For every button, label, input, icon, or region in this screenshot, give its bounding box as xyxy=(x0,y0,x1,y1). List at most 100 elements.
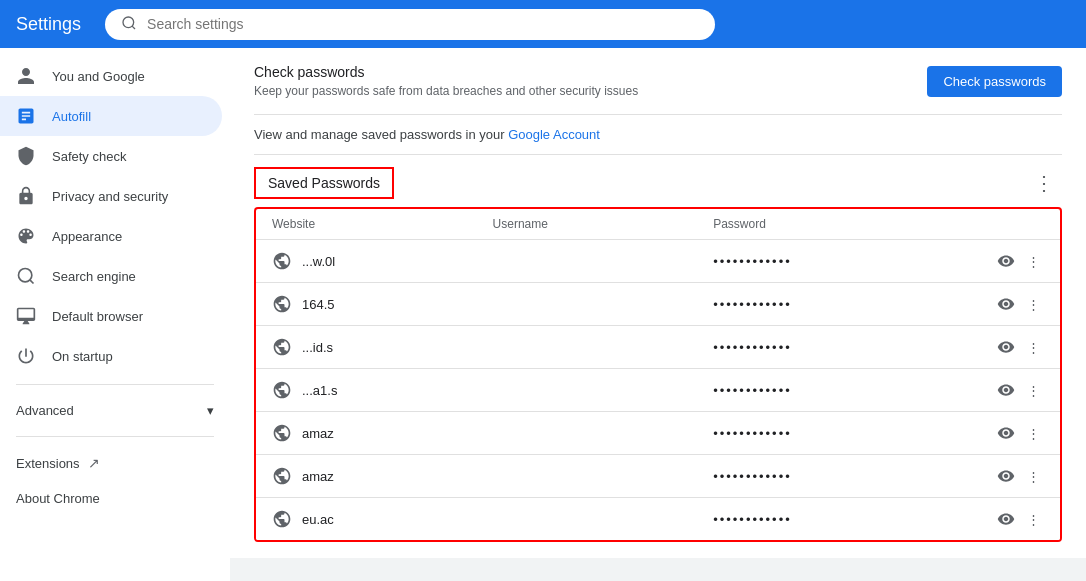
sidebar-advanced[interactable]: Advanced ▾ xyxy=(0,393,230,428)
row-menu-button[interactable]: ⋮ xyxy=(1023,508,1044,531)
eye-icon xyxy=(997,381,1015,399)
about-chrome-label: About Chrome xyxy=(16,491,100,506)
show-password-button[interactable] xyxy=(993,463,1019,489)
account-link-row: View and manage saved passwords in your … xyxy=(254,115,1062,155)
topbar: Settings xyxy=(0,0,1086,48)
globe-icon xyxy=(272,423,292,443)
show-password-button[interactable] xyxy=(993,377,1019,403)
sidebar-item-you-and-google[interactable]: You and Google xyxy=(0,56,222,96)
lock-icon xyxy=(16,186,36,206)
sidebar: You and Google Autofill Safety check Pri… xyxy=(0,48,230,581)
row-actions: ⋮ xyxy=(934,506,1044,532)
sidebar-divider-2 xyxy=(16,436,214,437)
svg-line-3 xyxy=(30,280,34,284)
saved-passwords-label: Saved Passwords xyxy=(254,167,394,199)
sidebar-item-label: Search engine xyxy=(52,269,136,284)
table-row: amaz •••••••••••• ⋮ xyxy=(256,412,1060,455)
globe-icon xyxy=(272,380,292,400)
table-row: ...a1.s •••••••••••• ⋮ xyxy=(256,369,1060,412)
sidebar-item-label: On startup xyxy=(52,349,113,364)
show-password-button[interactable] xyxy=(993,248,1019,274)
search-engine-icon xyxy=(16,266,36,286)
sidebar-extensions[interactable]: Extensions ↗ xyxy=(0,445,230,481)
website-value: ...id.s xyxy=(302,340,333,355)
sidebar-about-chrome[interactable]: About Chrome xyxy=(0,481,222,516)
website-value: ...w.0l xyxy=(302,254,335,269)
password-cell: •••••••••••• xyxy=(713,426,934,441)
row-menu-button[interactable]: ⋮ xyxy=(1023,293,1044,316)
row-menu-button[interactable]: ⋮ xyxy=(1023,250,1044,273)
saved-passwords-header: Saved Passwords ⋮ xyxy=(254,155,1062,207)
table-row: amaz •••••••••••• ⋮ xyxy=(256,455,1060,498)
globe-icon xyxy=(272,509,292,529)
sidebar-item-search-engine[interactable]: Search engine xyxy=(0,256,222,296)
shield-icon xyxy=(16,146,36,166)
globe-icon xyxy=(272,466,292,486)
row-actions: ⋮ xyxy=(934,420,1044,446)
svg-line-1 xyxy=(132,26,135,29)
website-value: eu.ac xyxy=(302,512,334,527)
row-actions: ⋮ xyxy=(934,291,1044,317)
advanced-label: Advanced xyxy=(16,403,74,418)
website-cell: ...w.0l xyxy=(272,251,493,271)
eye-icon xyxy=(997,467,1015,485)
saved-passwords-menu-button[interactable]: ⋮ xyxy=(1026,167,1062,199)
table-row: ...w.0l •••••••••••• ⋮ xyxy=(256,240,1060,283)
row-menu-button[interactable]: ⋮ xyxy=(1023,379,1044,402)
password-cell: •••••••••••• xyxy=(713,512,934,527)
show-password-button[interactable] xyxy=(993,334,1019,360)
row-actions: ⋮ xyxy=(934,334,1044,360)
row-menu-button[interactable]: ⋮ xyxy=(1023,336,1044,359)
globe-icon xyxy=(272,251,292,271)
account-link-text: View and manage saved passwords in your xyxy=(254,127,505,142)
sidebar-divider xyxy=(16,384,214,385)
palette-icon xyxy=(16,226,36,246)
sidebar-item-autofill[interactable]: Autofill xyxy=(0,96,222,136)
sidebar-item-label: Autofill xyxy=(52,109,91,124)
search-input[interactable] xyxy=(147,16,699,32)
password-cell: •••••••••••• xyxy=(713,469,934,484)
extensions-label: Extensions xyxy=(16,456,80,471)
website-value: 164.5 xyxy=(302,297,335,312)
row-menu-button[interactable]: ⋮ xyxy=(1023,422,1044,445)
website-cell: ...a1.s xyxy=(272,380,493,400)
show-password-button[interactable] xyxy=(993,506,1019,532)
chevron-down-icon: ▾ xyxy=(207,403,214,418)
google-account-link[interactable]: Google Account xyxy=(508,127,600,142)
password-cell: •••••••••••• xyxy=(713,340,934,355)
table-row: ...id.s •••••••••••• ⋮ xyxy=(256,326,1060,369)
table-row: eu.ac •••••••••••• ⋮ xyxy=(256,498,1060,540)
sidebar-item-label: Safety check xyxy=(52,149,126,164)
website-cell: 164.5 xyxy=(272,294,493,314)
row-actions: ⋮ xyxy=(934,377,1044,403)
app-title: Settings xyxy=(16,14,81,35)
check-passwords-button[interactable]: Check passwords xyxy=(927,66,1062,97)
col-username: Username xyxy=(493,217,714,231)
password-cell: •••••••••••• xyxy=(713,297,934,312)
sidebar-item-label: Privacy and security xyxy=(52,189,168,204)
website-cell: eu.ac xyxy=(272,509,493,529)
col-password: Password xyxy=(713,217,934,231)
sidebar-item-safety-check[interactable]: Safety check xyxy=(0,136,222,176)
sidebar-item-label: Default browser xyxy=(52,309,143,324)
eye-icon xyxy=(997,338,1015,356)
row-actions: ⋮ xyxy=(934,248,1044,274)
sidebar-item-default-browser[interactable]: Default browser xyxy=(0,296,222,336)
globe-icon xyxy=(272,337,292,357)
show-password-button[interactable] xyxy=(993,420,1019,446)
sidebar-item-privacy-and-security[interactable]: Privacy and security xyxy=(0,176,222,216)
sidebar-item-on-startup[interactable]: On startup xyxy=(0,336,222,376)
table-header: Website Username Password xyxy=(256,209,1060,240)
table-row: 164.5 •••••••••••• ⋮ xyxy=(256,283,1060,326)
check-passwords-row: Check passwords Keep your passwords safe… xyxy=(254,48,1062,115)
monitor-icon xyxy=(16,306,36,326)
col-website: Website xyxy=(272,217,493,231)
sidebar-item-appearance[interactable]: Appearance xyxy=(0,216,222,256)
show-password-button[interactable] xyxy=(993,291,1019,317)
website-value: amaz xyxy=(302,426,334,441)
password-cell: •••••••••••• xyxy=(713,254,934,269)
content-section: Check passwords Keep your passwords safe… xyxy=(230,48,1086,558)
sidebar-item-label: You and Google xyxy=(52,69,145,84)
row-menu-button[interactable]: ⋮ xyxy=(1023,465,1044,488)
main-content: Check passwords Keep your passwords safe… xyxy=(230,48,1086,581)
